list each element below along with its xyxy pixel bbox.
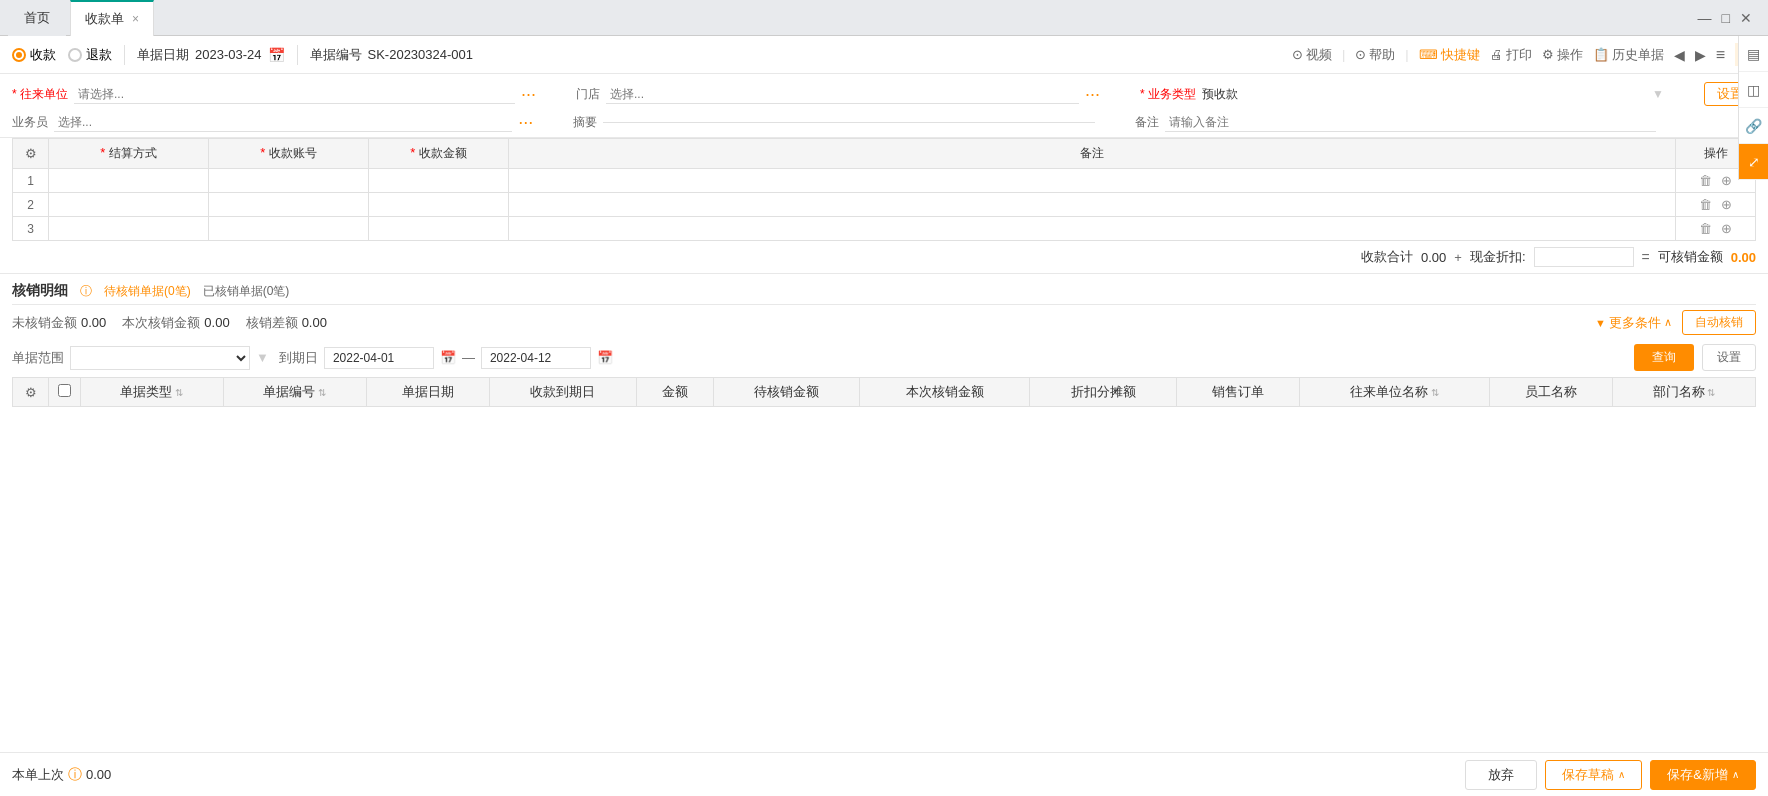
save-new-button[interactable]: 保存&新增 ∧ — [1650, 760, 1756, 790]
more-conditions-btn[interactable]: ▼ 更多条件 ∧ — [1595, 314, 1672, 332]
sidebar-icon-3[interactable]: 🔗 — [1739, 108, 1769, 144]
pending-tab[interactable]: 待核销单据(0笔) — [104, 283, 191, 300]
row2-copy-icon[interactable]: ⊕ — [1721, 197, 1732, 212]
tab-current[interactable]: 收款单 × — [70, 0, 154, 36]
verify-info-icon[interactable]: ⓘ — [80, 283, 92, 300]
partner-input[interactable] — [74, 85, 515, 104]
video-btn[interactable]: ⊙视频 — [1292, 46, 1332, 64]
col-settlement: 结算方式 — [109, 146, 157, 160]
col-due-date: 收款到期日 — [530, 384, 595, 399]
row2-delete-icon[interactable]: 🗑 — [1699, 197, 1712, 212]
partner-field: * 往来单位 ··· — [12, 84, 536, 105]
business-type-field: * 业务类型 预收款 ▼ — [1140, 86, 1664, 103]
col-staff-name: 员工名称 — [1525, 384, 1577, 399]
verify-title: 核销明细 — [12, 282, 68, 300]
history-btn[interactable]: 📋历史单据 — [1593, 46, 1664, 64]
col-account: 收款账号 — [269, 146, 317, 160]
verify-table-gear-icon[interactable]: ⚙ — [25, 385, 37, 400]
radio-refund[interactable]: 退款 — [68, 46, 112, 64]
due-date-filter: 到期日 📅 — 📅 — [279, 347, 613, 369]
bill-info: 本单上次 ⓘ 0.00 — [12, 766, 111, 784]
menu-icon[interactable]: ≡ — [1716, 46, 1725, 64]
sidebar-icon-2[interactable]: ◫ — [1739, 72, 1769, 108]
col-doc-type: 单据类型 — [120, 384, 172, 399]
query-button[interactable]: 查询 — [1634, 344, 1694, 371]
maximize-button[interactable]: □ — [1722, 10, 1730, 26]
close-button[interactable]: ✕ — [1740, 10, 1752, 26]
staff-field: 业务员 ··· — [12, 112, 533, 133]
col-dept-name: 部门名称 — [1653, 384, 1705, 399]
discount-label: 现金折扣: — [1470, 248, 1526, 266]
note-input[interactable] — [1165, 113, 1656, 132]
due-end-input[interactable] — [481, 347, 591, 369]
radio-receive[interactable]: 收款 — [12, 46, 56, 64]
store-field: 门店 ··· — [576, 84, 1100, 105]
doc-number-field: 单据编号 SK-20230324-001 — [310, 46, 474, 64]
sidebar-icon-1[interactable]: ▤ — [1739, 36, 1769, 72]
table-row: 1 🗑 ⊕ — [13, 169, 1756, 193]
nav-right-icon[interactable]: ▶ — [1695, 47, 1706, 63]
due-end-calendar-icon[interactable]: 📅 — [597, 350, 613, 365]
operation-btn[interactable]: ⚙操作 — [1542, 46, 1583, 64]
col-amount: 金额 — [662, 384, 688, 399]
partner-more-icon[interactable]: ··· — [521, 84, 536, 105]
discount-input[interactable] — [1534, 247, 1634, 267]
tab-home[interactable]: 首页 — [8, 0, 66, 36]
col-current-verify: 本次核销金额 — [906, 384, 984, 399]
range-dropdown-icon[interactable]: ▼ — [256, 350, 269, 365]
verify-diff: 核销差额 0.00 — [246, 314, 327, 332]
col-doc-number: 单据编号 — [263, 384, 315, 399]
store-more-icon[interactable]: ··· — [1085, 84, 1100, 105]
due-start-calendar-icon[interactable]: 📅 — [440, 350, 456, 365]
row3-copy-icon[interactable]: ⊕ — [1721, 221, 1732, 236]
row1-delete-icon[interactable]: 🗑 — [1699, 173, 1712, 188]
business-type-dropdown-icon[interactable]: ▼ — [1652, 87, 1664, 101]
col-note: 备注 — [1080, 146, 1104, 160]
table-row: 3 🗑 ⊕ — [13, 217, 1756, 241]
table-settings-icon[interactable]: ⚙ — [25, 146, 37, 161]
print-btn[interactable]: 🖨打印 — [1490, 46, 1532, 64]
col-pending-amount: 待核销金额 — [754, 384, 819, 399]
current-verify-amount: 本次核销金额 0.00 — [122, 314, 229, 332]
discard-button[interactable]: 放弃 — [1465, 760, 1537, 790]
col-sales-order: 销售订单 — [1212, 384, 1264, 399]
row1-copy-icon[interactable]: ⊕ — [1721, 173, 1732, 188]
uncancelled-amount: 未核销金额 0.00 — [12, 314, 106, 332]
note-field: 备注 — [1135, 113, 1656, 132]
shortcut-btn[interactable]: ⌨快捷键 — [1419, 46, 1480, 64]
tab-close-icon[interactable]: × — [132, 12, 139, 26]
col-doc-date: 单据日期 — [402, 384, 454, 399]
summary-field: 摘要 — [573, 114, 1094, 131]
nav-left-icon[interactable]: ◀ — [1674, 47, 1685, 63]
available-value: 0.00 — [1731, 250, 1756, 265]
table-row: 2 🗑 ⊕ — [13, 193, 1756, 217]
date-field: 单据日期 2023-03-24 📅 — [137, 46, 285, 64]
minimize-button[interactable]: — — [1698, 10, 1712, 26]
staff-more-icon[interactable]: ··· — [518, 112, 533, 133]
sidebar-icon-4[interactable]: ⤢ — [1739, 144, 1769, 180]
doc-range-select[interactable] — [70, 346, 250, 370]
available-label: 可核销金额 — [1658, 248, 1723, 266]
select-all-checkbox[interactable] — [58, 384, 71, 397]
doc-range-filter: 单据范围 ▼ — [12, 346, 269, 370]
col-amount: 收款金额 — [419, 146, 467, 160]
calendar-icon[interactable]: 📅 — [268, 47, 285, 63]
filter-settings-button[interactable]: 设置 — [1702, 344, 1756, 371]
total-value: 0.00 — [1421, 250, 1446, 265]
done-tab[interactable]: 已核销单据(0笔) — [203, 283, 290, 300]
due-start-input[interactable] — [324, 347, 434, 369]
save-draft-button[interactable]: 保存草稿 ∧ — [1545, 760, 1642, 790]
total-label: 收款合计 — [1361, 248, 1413, 266]
footer-info-icon[interactable]: ⓘ — [68, 766, 82, 784]
store-input[interactable] — [606, 85, 1079, 104]
auto-verify-button[interactable]: 自动核销 — [1682, 310, 1756, 335]
row3-delete-icon[interactable]: 🗑 — [1699, 221, 1712, 236]
staff-input[interactable] — [54, 113, 512, 132]
col-discount: 折扣分摊额 — [1071, 384, 1136, 399]
col-partner-name: 往来单位名称 — [1350, 384, 1428, 399]
help-btn[interactable]: ⊙帮助 — [1355, 46, 1395, 64]
